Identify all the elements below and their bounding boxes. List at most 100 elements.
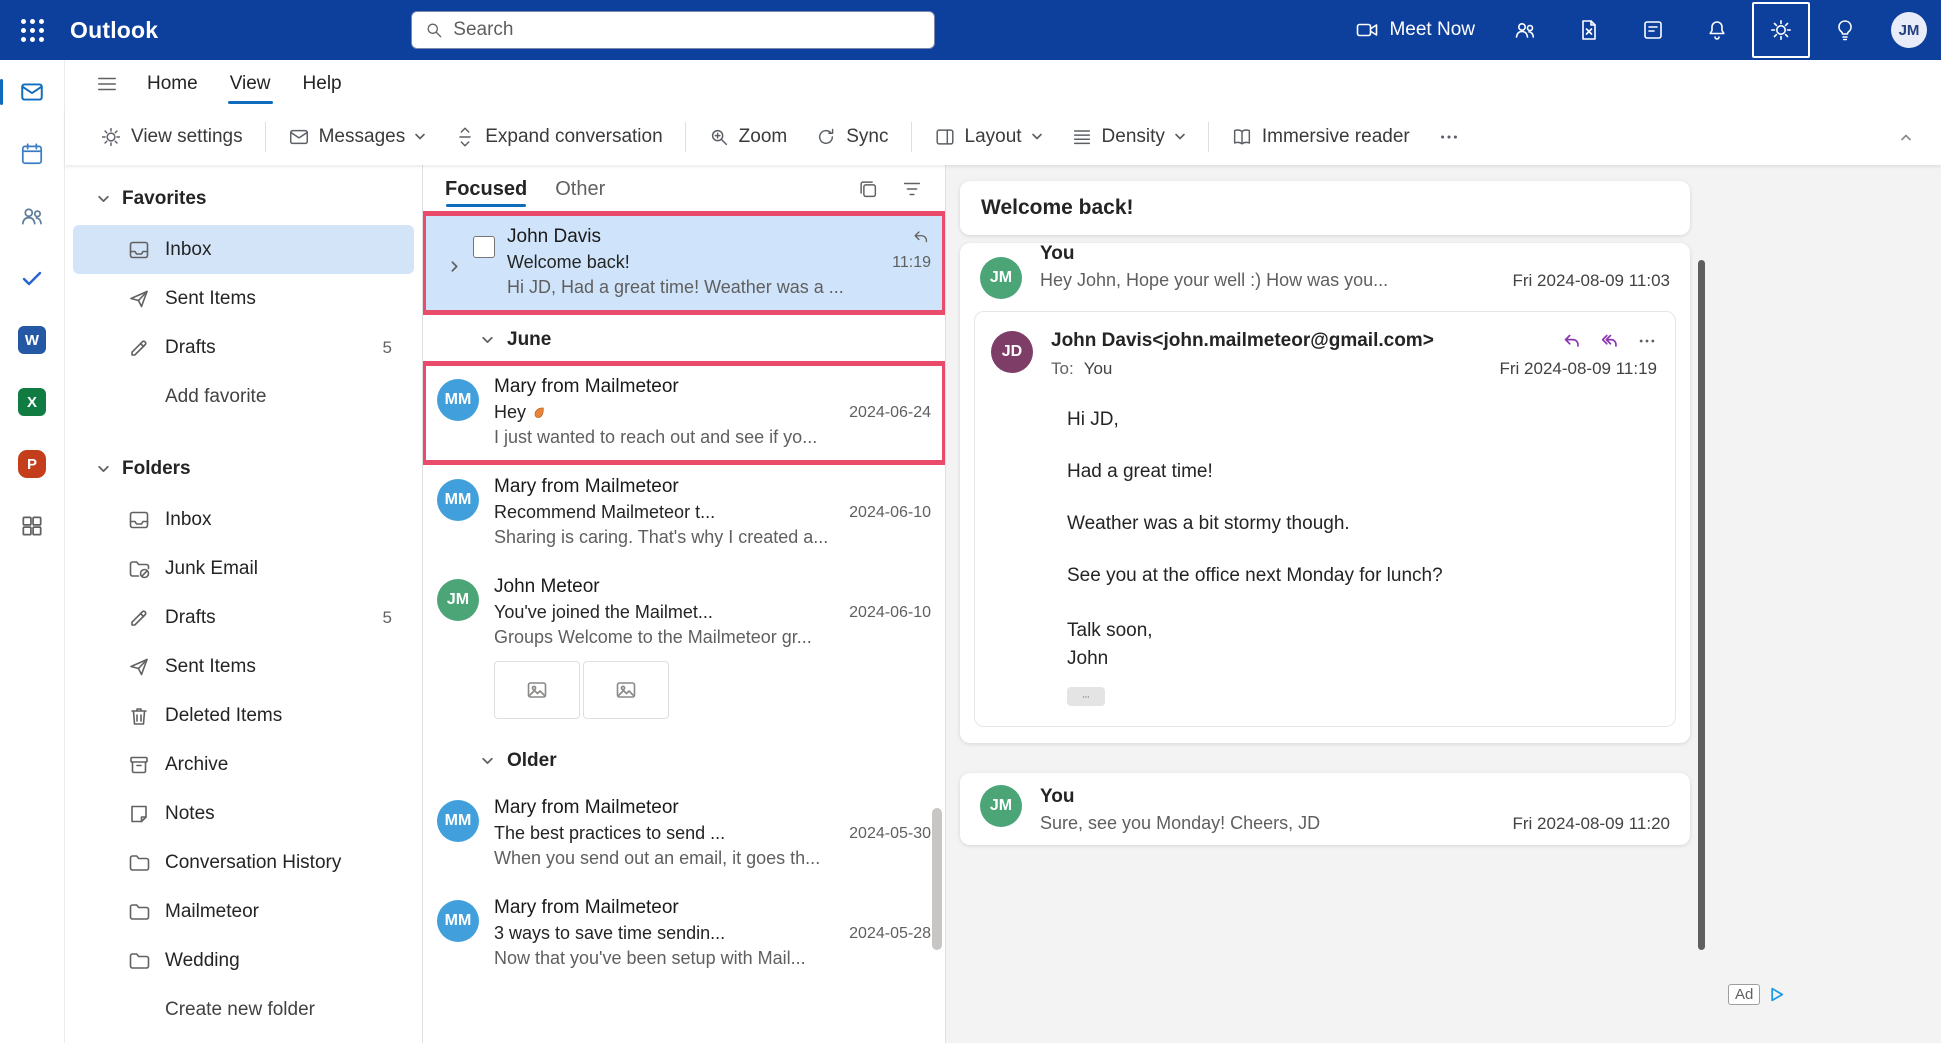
rail-people-button[interactable] [0,188,64,244]
folder-inbox[interactable]: Inbox [73,495,414,544]
group-header-older[interactable]: Older [423,734,945,784]
folder-junk-email[interactable]: Junk Email [73,544,414,593]
reply-all-button[interactable] [1599,330,1621,352]
tab-focused[interactable]: Focused [445,165,527,213]
folder-sent-items[interactable]: Sent Items [73,642,414,691]
show-trimmed-content-button[interactable] [1067,687,1105,706]
rail-todo-button[interactable] [0,250,64,306]
favorites-header[interactable]: Favorites [65,173,422,225]
settings-button[interactable] [1752,2,1810,58]
group-header-june[interactable]: June [423,313,945,363]
account-avatar[interactable]: JM [1877,0,1941,60]
email-checkbox[interactable] [473,236,495,258]
search-input[interactable] [453,19,923,41]
reply-button[interactable] [1561,330,1583,352]
ad-label[interactable]: Ad [1728,984,1761,1005]
avatar: MM [437,900,479,942]
app-rail: W X P [0,60,65,1043]
rail-powerpoint-button[interactable]: P [0,436,64,492]
drafts-pencil-icon [127,606,151,630]
favorite-sent-items[interactable]: Sent Items [73,274,414,323]
toolbar-overflow-button[interactable] [1425,117,1473,157]
sync-label: Sync [846,125,889,147]
notifications-button[interactable] [1685,0,1749,60]
gear-icon [1769,18,1793,42]
attachment-thumbnail[interactable] [494,661,580,719]
expanded-message: JD John Davis<john.mailmeteor@gmail.com> [974,311,1676,727]
email-date: 2024-06-24 [849,403,931,421]
ribbon-collapse-button[interactable] [1891,131,1921,143]
to-recipient[interactable]: You [1084,359,1113,379]
folder-archive[interactable]: Archive [73,740,414,789]
folder-notes[interactable]: Notes [73,789,414,838]
rail-more-apps-button[interactable] [0,498,64,554]
app-launcher-icon[interactable] [0,0,64,60]
layout-icon [934,126,956,148]
folder-label: Deleted Items [165,704,283,726]
notes-feed-button[interactable] [1621,0,1685,60]
filter-button[interactable] [895,172,929,206]
avatar: JM [980,257,1022,299]
tab-home[interactable]: Home [131,60,214,108]
messages-button[interactable]: Messages [275,117,440,157]
search-box[interactable] [411,11,936,49]
rail-excel-button[interactable]: X [0,374,64,430]
email-date: 2024-06-10 [849,503,931,521]
teams-button[interactable] [1493,0,1557,60]
chevron-down-icon [1174,131,1186,143]
folder-mailmeteor[interactable]: Mailmeteor [73,887,414,936]
reading-pane: Welcome back! JM You Hey John, Hope your… [946,165,1941,1043]
folder-label: Inbox [165,238,212,260]
email-row-save-time[interactable]: MM Mary from Mailmeteor 3 ways to save t… [423,884,945,984]
hamburger-menu-button[interactable] [83,60,131,108]
collapsed-message-top[interactable]: JM You Hey John, Hope your well :) How w… [960,243,1690,309]
sync-icon [815,126,837,148]
tips-button[interactable] [1813,0,1877,60]
add-favorite-button[interactable]: Add favorite [73,372,414,421]
email-row-joined[interactable]: JM John Meteor You've joined the Mailmet… [423,563,945,734]
density-button[interactable]: Density [1058,117,1199,157]
folder-deleted-items[interactable]: Deleted Items [73,691,414,740]
email-row-recommend[interactable]: MM Mary from Mailmeteor Recommend Mailme… [423,463,945,563]
rail-word-button[interactable]: W [0,312,64,368]
tab-view[interactable]: View [214,60,287,108]
toolbar-divider [264,121,266,152]
rail-mail-button[interactable] [0,64,64,120]
excel-icon: X [18,388,46,416]
reading-pane-scrollbar[interactable] [1698,260,1705,950]
folder-drafts[interactable]: Drafts 5 [73,593,414,642]
topbar: Outlook Meet Now JM [0,0,1941,60]
view-settings-button[interactable]: View settings [87,117,256,157]
tab-other[interactable]: Other [555,165,605,213]
select-messages-button[interactable] [851,172,885,206]
layout-button[interactable]: Layout [921,117,1056,157]
message-more-button[interactable] [1637,331,1657,351]
teams-icon [1513,18,1537,42]
tab-help[interactable]: Help [287,60,358,108]
folders-header[interactable]: Folders [65,443,422,495]
folder-conversation-history[interactable]: Conversation History [73,838,414,887]
conversation-subject: Welcome back! [960,181,1690,235]
conversation-expand-button[interactable] [448,234,461,298]
office-document-button[interactable] [1557,0,1621,60]
email-row-hey[interactable]: MM Mary from Mailmeteor Hey 2024-06-24 I… [423,361,945,465]
collapsed-message-bottom[interactable]: JM You Sure, see you Monday! Cheers, JD … [960,773,1690,845]
zoom-button[interactable]: Zoom [695,117,801,157]
favorite-drafts[interactable]: Drafts 5 [73,323,414,372]
email-row-best-practices[interactable]: MM Mary from Mailmeteor The best practic… [423,784,945,884]
email-row-john-davis[interactable]: John Davis Welcome back! 11:19 Hi JD, Ha… [423,211,945,315]
message-list-scrollbar[interactable] [932,808,942,950]
ad-rail: Ad [1706,165,1941,1043]
favorite-inbox[interactable]: Inbox [73,225,414,274]
meet-now-button[interactable]: Meet Now [1337,0,1493,60]
expand-conversation-button[interactable]: Expand conversation [441,117,675,157]
rail-calendar-button[interactable] [0,126,64,182]
sync-button[interactable]: Sync [802,117,901,157]
create-new-folder-button[interactable]: Create new folder [73,985,414,1034]
immersive-reader-button[interactable]: Immersive reader [1218,117,1423,157]
attachment-thumbnail[interactable] [583,661,669,719]
unread-count: 5 [382,337,392,357]
folder-wedding[interactable]: Wedding [73,936,414,985]
adchoices-icon[interactable] [1769,986,1786,1003]
